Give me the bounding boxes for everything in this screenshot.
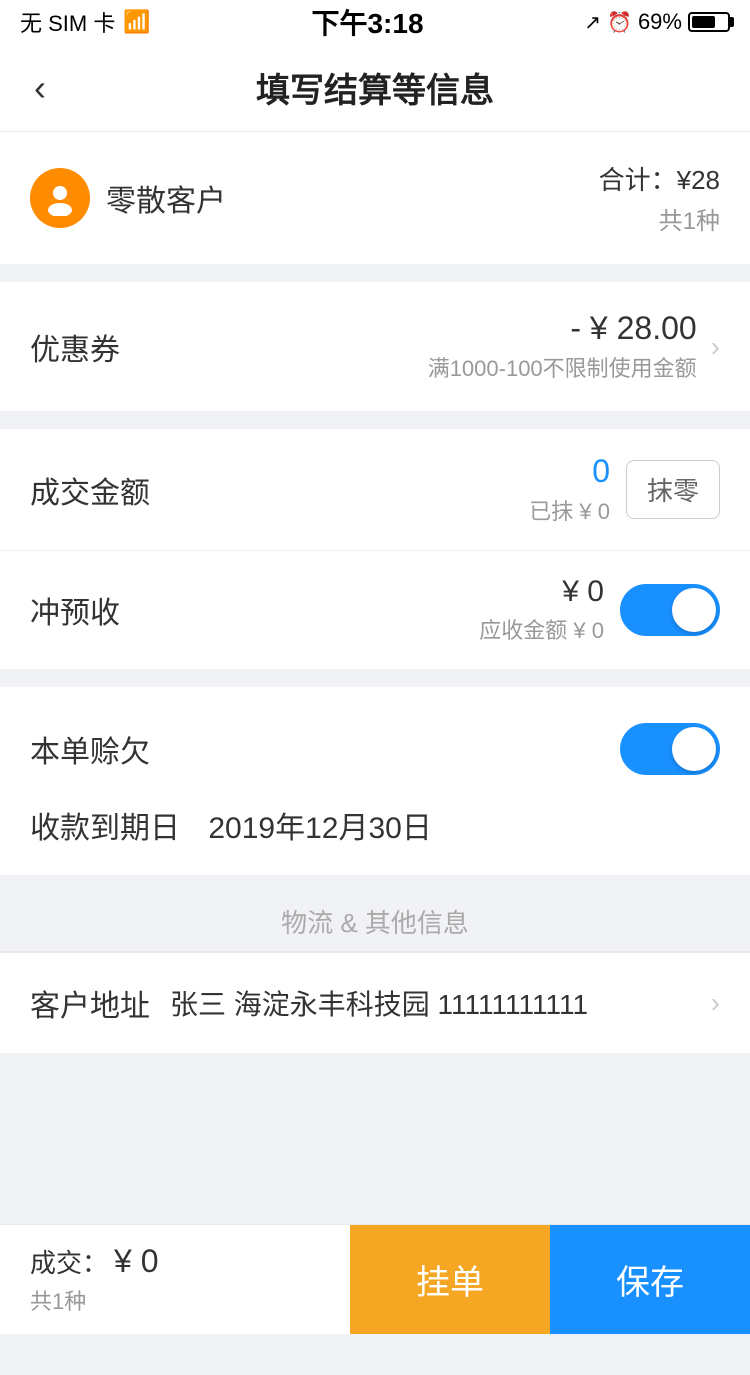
deferred-toggle-knob [672, 727, 716, 771]
due-date-row: 收款到期日 2019年12月30日 [30, 783, 720, 847]
address-chevron: › [711, 987, 720, 1019]
bottom-transaction-amount: ¥ 0 [114, 1243, 158, 1280]
status-time: 下午3:18 [311, 2, 423, 42]
deferred-toggle[interactable] [620, 723, 720, 775]
rounded-text: 已抹 ¥ 0 [529, 494, 610, 526]
receivable-text: 应收金额 ¥ 0 [479, 613, 604, 645]
main-content: 零散客户 合计：¥28 共1种 优惠券 - ¥ 28.00 满1000-100不… [0, 132, 750, 1375]
address-key: 客户地址 [30, 981, 150, 1025]
prepay-right: ¥ 0 应收金额 ¥ 0 [479, 575, 720, 645]
wifi-icon: 📶 [123, 9, 150, 35]
nav-bar: ‹ 填写结算等信息 [0, 44, 750, 132]
logistics-label: 物流 & 其他信息 [281, 903, 469, 940]
coupon-desc: 满1000-100不限制使用金额 [428, 351, 697, 383]
separator-3 [0, 671, 750, 687]
battery-icon [688, 12, 730, 32]
total-amount: 合计：¥28 [599, 160, 720, 197]
bottom-transaction-label: 成交： [30, 1243, 108, 1280]
page-title: 填写结算等信息 [256, 63, 494, 112]
prepay-label: 冲预收 [30, 588, 120, 632]
customer-left: 零散客户 [30, 168, 226, 228]
address-chevron-icon: › [711, 987, 720, 1019]
battery-percent: 69% [638, 9, 682, 35]
deferred-row: 本单赊欠 [30, 715, 720, 783]
status-left: 无 SIM 卡 📶 [20, 6, 151, 38]
bottom-count: 共1种 [30, 1284, 320, 1316]
bottom-summary: 成交： ¥ 0 共1种 [0, 1225, 350, 1334]
transaction-amount-label: 成交金额 [30, 468, 150, 512]
due-date-value: 2019年12月30日 [208, 812, 431, 845]
no-sim-text: 无 SIM 卡 [20, 6, 115, 38]
transaction-card: 成交金额 0 已抹 ¥ 0 抹零 冲预收 ¥ 0 应收金额 ¥ 0 [0, 429, 750, 669]
transaction-amount-right: 0 已抹 ¥ 0 抹零 [529, 453, 720, 526]
coupon-label: 优惠券 [30, 325, 120, 369]
coupon-chevron-icon: › [711, 331, 720, 363]
customer-right: 合计：¥28 共1种 [599, 160, 720, 236]
prepay-toggle-knob [672, 588, 716, 632]
separator-1 [0, 266, 750, 282]
status-right: ↗ ⏰ 69% [584, 9, 730, 35]
prepay-amount: ¥ 0 [479, 575, 604, 609]
coupon-right: - ¥ 28.00 满1000-100不限制使用金额 › [428, 310, 720, 383]
customer-section: 零散客户 合计：¥28 共1种 [0, 132, 750, 264]
address-value: 张三 海淀永丰科技园 11111111111 [170, 983, 711, 1023]
separator-4 [0, 875, 750, 891]
round-zero-button[interactable]: 抹零 [626, 460, 720, 519]
separator-2 [0, 413, 750, 429]
avatar [30, 168, 90, 228]
status-bar: 无 SIM 卡 📶 下午3:18 ↗ ⏰ 69% [0, 0, 750, 44]
alarm-icon: ⏰ [607, 10, 632, 35]
save-button[interactable]: 保存 [550, 1225, 750, 1334]
bottom-bar: 成交： ¥ 0 共1种 挂单 保存 [0, 1224, 750, 1334]
total-count: 共1种 [599, 201, 720, 236]
coupon-discount: - ¥ 28.00 [428, 310, 697, 347]
deferred-section: 本单赊欠 收款到期日 2019年12月30日 [0, 687, 750, 875]
bottom-transaction-line: 成交： ¥ 0 [30, 1243, 320, 1280]
address-section[interactable]: 客户地址 张三 海淀永丰科技园 11111111111 › [0, 953, 750, 1053]
back-button[interactable]: ‹ [24, 57, 56, 119]
deferred-label: 本单赊欠 [30, 727, 150, 771]
logistics-divider: 物流 & 其他信息 [0, 891, 750, 951]
location-icon: ↗ [584, 10, 601, 35]
prepay-row: 冲预收 ¥ 0 应收金额 ¥ 0 [0, 551, 750, 669]
hang-button[interactable]: 挂单 [350, 1225, 550, 1334]
due-date-label: 收款到期日 [30, 812, 180, 845]
transaction-amount-value: 0 [529, 453, 610, 490]
transaction-amount-row: 成交金额 0 已抹 ¥ 0 抹零 [0, 429, 750, 551]
prepay-toggle[interactable] [620, 584, 720, 636]
coupon-section[interactable]: 优惠券 - ¥ 28.00 满1000-100不限制使用金额 › [0, 282, 750, 411]
customer-name: 零散客户 [106, 176, 226, 220]
